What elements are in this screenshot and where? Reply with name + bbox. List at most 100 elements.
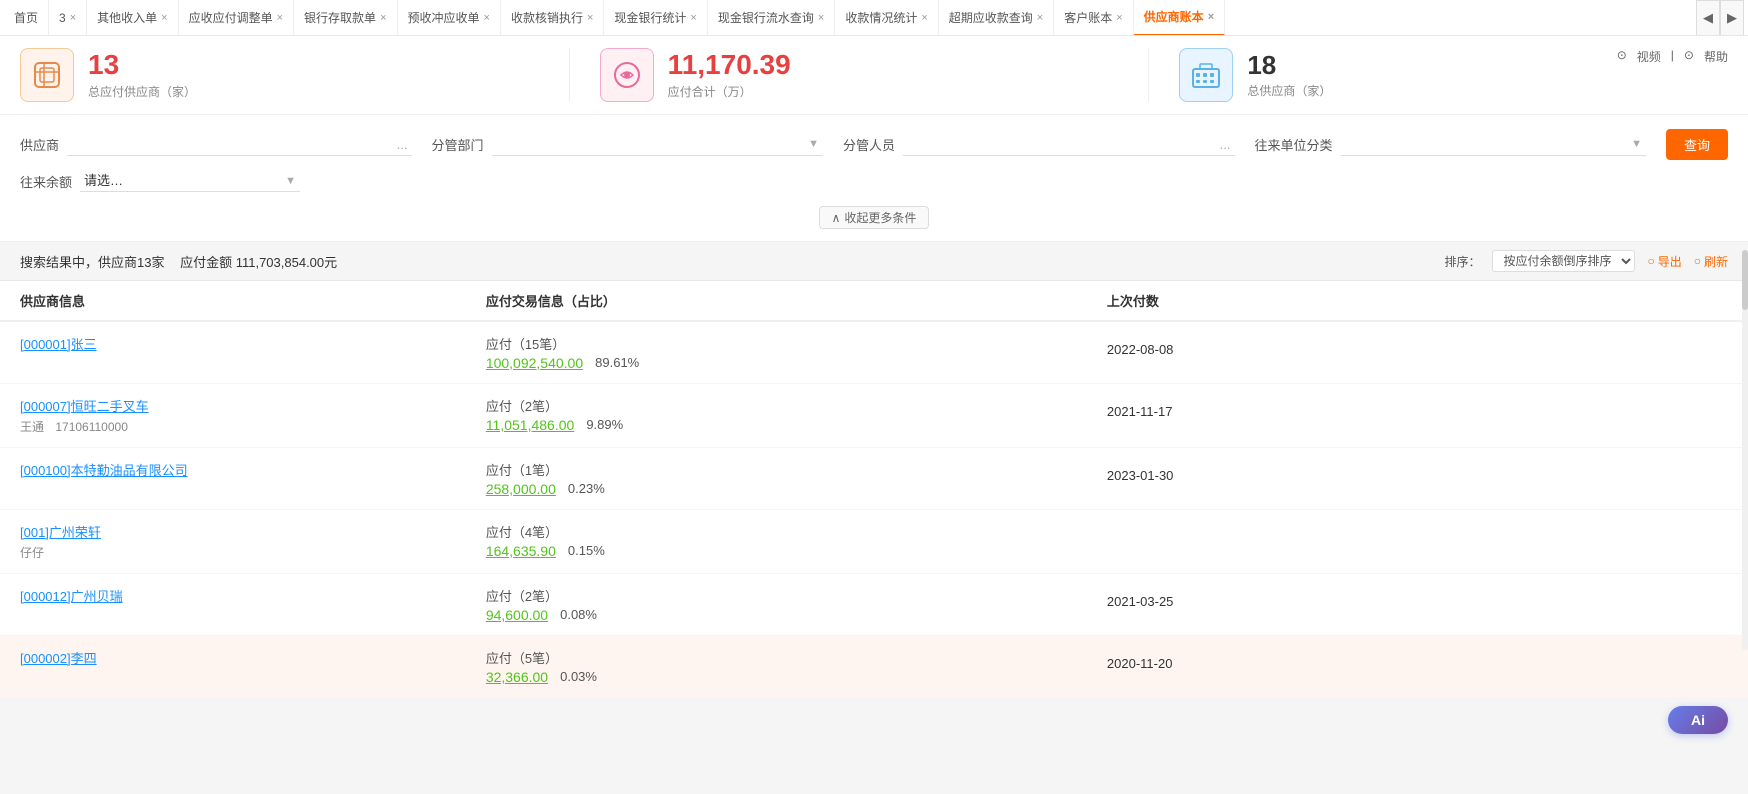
person-input-wrap[interactable]: ... — [903, 134, 1234, 156]
video-link[interactable]: 视频 — [1637, 48, 1661, 65]
top-navigation: 首页 3 × 其他收入单 × 应收应付调整单 × 银行存取款单 × 预收冲应收单… — [0, 0, 1748, 36]
ai-button[interactable]: Ai — [1668, 706, 1728, 734]
tx-percent-4: 0.08% — [560, 607, 597, 622]
stat-text-payable-total: 11,170.39 应付合计（万） — [668, 50, 791, 101]
lastpay-date-1: 2021-11-17 — [1107, 396, 1573, 419]
sort-select[interactable]: 按应付余额倒序排序 — [1492, 250, 1635, 272]
cash-bank-stat-label: 现金银行统计 — [614, 9, 686, 26]
lastpay-date-0: 2022-08-08 — [1107, 334, 1573, 357]
tx-amount-0[interactable]: 100,092,540.00 — [486, 355, 583, 371]
close-icon[interactable]: × — [484, 12, 490, 24]
supplier-book-label: 供应商账本 — [1144, 8, 1204, 25]
close-icon[interactable]: × — [70, 12, 76, 24]
tx-row-1: 11,051,486.00 9.89% — [486, 415, 1107, 433]
tx-amount-3[interactable]: 164,635.90 — [486, 543, 556, 559]
nav-arrow-right[interactable]: ▶ — [1720, 0, 1744, 36]
category-label: 往来单位分类 — [1255, 135, 1333, 154]
lastpay-2: 2023-01-30 — [1107, 460, 1573, 483]
supplier-link-0[interactable]: [000001]张三 — [20, 334, 486, 353]
results-actions: 排序： 按应付余额倒序排序 ○ 导出 ○ 刷新 — [1444, 250, 1728, 272]
nav-arrow-left[interactable]: ◀ — [1696, 0, 1720, 36]
stat-label-suppliers-payable: 总应付供应商（家） — [88, 83, 196, 100]
tx-amount-4[interactable]: 94,600.00 — [486, 607, 548, 623]
supplier-link-1[interactable]: [000007]恒旺二手叉车 — [20, 396, 486, 415]
supplier-link-2[interactable]: [000100]本特勤油品有限公司 — [20, 460, 486, 479]
query-button[interactable]: 查询 — [1666, 129, 1728, 160]
nav-tab-bank[interactable]: 银行存取款单 × — [294, 0, 397, 36]
close-icon[interactable]: × — [1037, 12, 1043, 24]
export-label: 导出 — [1658, 253, 1682, 270]
lastpay-date-5: 2020-11-20 — [1107, 648, 1573, 671]
close-icon[interactable]: × — [1116, 12, 1122, 24]
close-icon[interactable]: × — [161, 12, 167, 24]
refresh-button[interactable]: ○ 刷新 — [1694, 253, 1728, 270]
scrollbar-track[interactable] — [1742, 250, 1748, 650]
export-button[interactable]: ○ 导出 — [1647, 253, 1681, 270]
nav-tab-customer-book[interactable]: 客户账本 × — [1054, 0, 1133, 36]
close-icon[interactable]: × — [587, 12, 593, 24]
video-icon[interactable]: ⊙ — [1617, 48, 1627, 65]
balance-label: 往来余额 — [20, 172, 72, 191]
col-header-transaction: 应付交易信息（占比） — [486, 291, 1107, 310]
person-dots-btn[interactable]: ... — [1220, 137, 1231, 152]
transaction-info-0: 应付（15笔） 100,092,540.00 89.61% — [486, 334, 1107, 371]
nav-tab-cash-bank-query[interactable]: 现金银行流水查询 × — [708, 0, 835, 36]
divider: | — [1671, 48, 1674, 65]
nav-tab-supplier-book[interactable]: 供应商账本 × — [1134, 0, 1225, 36]
tx-row-5: 32,366.00 0.03% — [486, 667, 1107, 685]
tx-label-0: 应付（15笔） — [486, 334, 1107, 353]
supplier-input-wrap[interactable]: ... — [67, 134, 411, 156]
search-field-category: 往来单位分类 ▼ — [1255, 134, 1647, 156]
supplier-input[interactable] — [71, 137, 397, 152]
supplier-link-4[interactable]: [000012]广州贝瑞 — [20, 586, 486, 605]
chevron-down-icon-2: ▼ — [1631, 138, 1642, 150]
col-header-supplier: 供应商信息 — [20, 291, 486, 310]
dept-select-wrap[interactable]: ▼ — [492, 134, 823, 156]
dept-label: 分管部门 — [432, 135, 484, 154]
transaction-info-4: 应付（2笔） 94,600.00 0.08% — [486, 586, 1107, 623]
close-icon[interactable]: × — [277, 12, 283, 24]
nav-tab-collection-stat[interactable]: 收款情况统计 × — [835, 0, 938, 36]
tx-amount-1[interactable]: 11,051,486.00 — [486, 417, 575, 433]
category-select-wrap[interactable]: ▼ — [1341, 134, 1646, 156]
other-income-label: 其他收入单 — [97, 9, 157, 26]
tx-amount-5[interactable]: 32,366.00 — [486, 669, 548, 685]
dept-select[interactable] — [496, 137, 805, 152]
tx-percent-3: 0.15% — [568, 543, 605, 558]
supplier-label: 供应商 — [20, 135, 59, 154]
balance-select[interactable]: 请选… — [84, 173, 281, 188]
close-icon[interactable]: × — [380, 12, 386, 24]
lastpay-3 — [1107, 522, 1573, 530]
supplier-info-2: [000100]本特勤油品有限公司 — [20, 460, 486, 479]
home-label: 首页 — [14, 9, 38, 26]
tx-amount-2[interactable]: 258,000.00 — [486, 481, 556, 497]
stat-icon-payable — [600, 48, 654, 102]
collapse-button[interactable]: ∧ 收起更多条件 — [819, 206, 930, 229]
nav-tab-cash-bank-stat[interactable]: 现金银行统计 × — [604, 0, 707, 36]
close-icon[interactable]: × — [818, 12, 824, 24]
table-row: [000012]广州贝瑞 应付（2笔） 94,600.00 0.08% 2021… — [0, 574, 1748, 636]
tx-row-2: 258,000.00 0.23% — [486, 479, 1107, 497]
nav-tab-home[interactable]: 首页 — [4, 0, 49, 36]
nav-tab-overdue-ar[interactable]: 超期应收款查询 × — [939, 0, 1054, 36]
scrollbar-thumb[interactable] — [1742, 250, 1748, 310]
stat-num-suppliers-payable: 13 — [88, 50, 196, 81]
close-icon[interactable]: × — [690, 12, 696, 24]
nav-tab-ar-ap[interactable]: 应收应付调整单 × — [179, 0, 294, 36]
person-input[interactable] — [907, 137, 1220, 152]
close-icon[interactable]: × — [1208, 11, 1214, 23]
category-select[interactable] — [1345, 137, 1628, 152]
supplier-dots-btn[interactable]: ... — [397, 137, 408, 152]
supplier-link-3[interactable]: [001]广州荣轩 — [20, 522, 486, 541]
supplier-link-5[interactable]: [000002]李四 — [20, 648, 486, 667]
nav-tab-payment-verify[interactable]: 收款核销执行 × — [501, 0, 604, 36]
nav-tab-prepay[interactable]: 预收冲应收单 × — [398, 0, 501, 36]
close-icon[interactable]: × — [921, 12, 927, 24]
nav-tab-other-income[interactable]: 其他收入单 × — [87, 0, 178, 36]
balance-select-wrap[interactable]: 请选… ▼ — [80, 170, 300, 192]
tx-label-3: 应付（4笔） — [486, 522, 1107, 541]
search-field-dept: 分管部门 ▼ — [432, 134, 824, 156]
help-icon[interactable]: ⊙ — [1684, 48, 1694, 65]
help-link[interactable]: 帮助 — [1704, 48, 1728, 65]
nav-tab-3[interactable]: 3 × — [49, 0, 87, 36]
